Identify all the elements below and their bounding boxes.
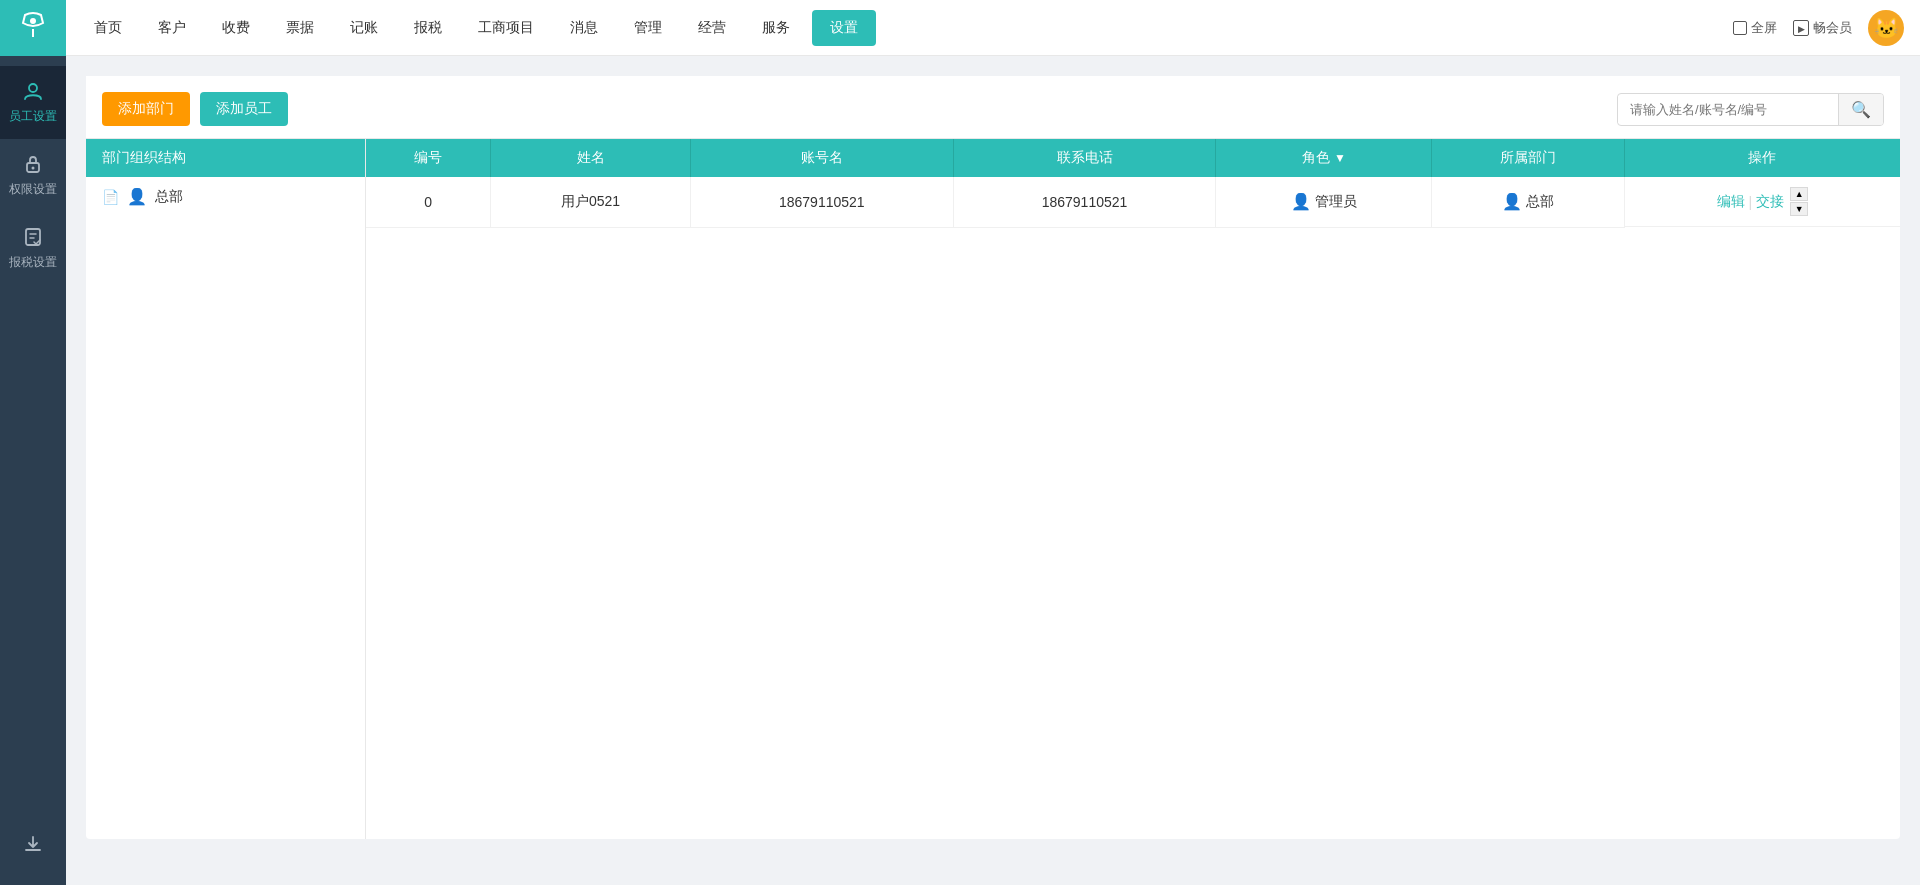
fullscreen-icon xyxy=(1733,21,1747,35)
download-icon xyxy=(22,833,44,855)
sidebar-item-download[interactable] xyxy=(0,819,66,869)
nav-item-tax[interactable]: 报税 xyxy=(396,0,460,55)
dept-item-label: 总部 xyxy=(155,188,183,206)
lock-icon xyxy=(22,153,44,175)
col-dept: 所属部门 xyxy=(1432,139,1624,177)
fullscreen-button[interactable]: 全屏 xyxy=(1733,19,1777,37)
sidebar-item-employee-settings[interactable]: 员工设置 xyxy=(0,66,66,139)
col-name: 姓名 xyxy=(491,139,691,177)
svg-point-1 xyxy=(29,84,37,92)
nav-right: 全屏 ▶ 畅会员 🐱 xyxy=(1733,10,1920,46)
toolbar: 添加部门 添加员工 🔍 xyxy=(86,76,1900,138)
search-button[interactable]: 🔍 xyxy=(1838,94,1883,125)
dept-tree-header: 部门组织结构 xyxy=(86,139,365,177)
edit-link[interactable]: 编辑 xyxy=(1717,193,1745,211)
avatar[interactable]: 🐱 xyxy=(1868,10,1904,46)
file-icon: 📄 xyxy=(102,189,119,205)
member-button[interactable]: ▶ 畅会员 xyxy=(1793,19,1852,37)
employee-table: 编号 姓名 账号名 联系电话 角色 ▼ 所属部门 操作 xyxy=(366,139,1900,228)
sidebar-item-label-permission: 权限设置 xyxy=(9,181,57,198)
sidebar-item-label-employee: 员工设置 xyxy=(9,108,57,125)
scroll-up-button[interactable]: ▲ xyxy=(1790,187,1808,201)
cell-phone: 18679110521 xyxy=(953,177,1216,227)
svg-point-3 xyxy=(32,167,35,170)
employee-icon xyxy=(22,80,44,102)
fullscreen-label: 全屏 xyxy=(1751,19,1777,37)
cell-dept: 👤 总部 xyxy=(1432,177,1624,227)
search-icon: 🔍 xyxy=(1851,101,1871,118)
dept-user-icon: 👤 xyxy=(127,187,147,206)
cell-action: 编辑 | 交接 ▲ ▼ xyxy=(1625,177,1900,227)
nav-items: 首页 客户 收费 票据 记账 报税 工商项目 消息 管理 经营 服务 设置 xyxy=(66,0,1733,55)
nav-item-operation[interactable]: 经营 xyxy=(680,0,744,55)
dept-user-icon-cell: 👤 xyxy=(1502,192,1522,211)
dept-tree-item[interactable]: 📄 👤 总部 xyxy=(86,177,365,216)
table-row: 0 用户0521 18679110521 18679110521 👤 管理员 xyxy=(366,177,1900,227)
member-icon: ▶ xyxy=(1793,20,1809,36)
nav-item-settings[interactable]: 设置 xyxy=(812,10,876,46)
search-input[interactable] xyxy=(1618,96,1838,123)
sidebar-bottom xyxy=(0,819,66,885)
col-action: 操作 xyxy=(1624,139,1900,177)
main-content: 添加部门 添加员工 🔍 部门组织结构 📄 👤 总部 xyxy=(66,56,1920,885)
transfer-link[interactable]: 交接 xyxy=(1756,193,1784,211)
add-emp-button[interactable]: 添加员工 xyxy=(200,92,288,126)
nav-item-business[interactable]: 工商项目 xyxy=(460,0,552,55)
nav-item-invoice[interactable]: 票据 xyxy=(268,0,332,55)
logo-area xyxy=(0,0,66,56)
dept-tree: 部门组织结构 📄 👤 总部 xyxy=(86,139,366,839)
col-account: 账号名 xyxy=(690,139,953,177)
tax-icon xyxy=(22,226,44,248)
content-card: 添加部门 添加员工 🔍 部门组织结构 📄 👤 总部 xyxy=(86,76,1900,839)
action-separator: | xyxy=(1749,194,1753,210)
scroll-down-button[interactable]: ▼ xyxy=(1790,202,1808,216)
filter-icon: ▼ xyxy=(1334,151,1346,165)
nav-item-service[interactable]: 服务 xyxy=(744,0,808,55)
cell-number: 0 xyxy=(366,177,491,227)
nav-item-management[interactable]: 管理 xyxy=(616,0,680,55)
employee-table-area: 编号 姓名 账号名 联系电话 角色 ▼ 所属部门 操作 xyxy=(366,139,1900,839)
top-navigation: 首页 客户 收费 票据 记账 报税 工商项目 消息 管理 经营 服务 设置 全屏… xyxy=(0,0,1920,56)
nav-item-customer[interactable]: 客户 xyxy=(140,0,204,55)
nav-item-billing[interactable]: 收费 xyxy=(204,0,268,55)
dept-label: 总部 xyxy=(1526,193,1554,211)
sidebar-item-label-tax: 报税设置 xyxy=(9,254,57,271)
cell-name: 用户0521 xyxy=(491,177,691,227)
avatar-icon: 🐱 xyxy=(1874,16,1899,40)
sidebar-item-permission-settings[interactable]: 权限设置 xyxy=(0,139,66,212)
sidebar-item-tax-settings[interactable]: 报税设置 xyxy=(0,212,66,285)
member-label: 畅会员 xyxy=(1813,19,1852,37)
logo-icon xyxy=(17,9,49,47)
split-layout: 部门组织结构 📄 👤 总部 编号 姓名 账号名 联系电话 xyxy=(86,138,1900,839)
sidebar: 员工设置 权限设置 报税设置 xyxy=(0,56,66,885)
col-role[interactable]: 角色 ▼ xyxy=(1216,139,1432,177)
role-label: 管理员 xyxy=(1315,193,1357,211)
role-user-icon: 👤 xyxy=(1291,192,1311,211)
col-number: 编号 xyxy=(366,139,491,177)
cell-account: 18679110521 xyxy=(690,177,953,227)
nav-item-accounting[interactable]: 记账 xyxy=(332,0,396,55)
col-role-label: 角色 xyxy=(1302,149,1330,167)
cell-role: 👤 管理员 xyxy=(1216,177,1432,227)
search-area: 🔍 xyxy=(1617,93,1884,126)
nav-item-message[interactable]: 消息 xyxy=(552,0,616,55)
svg-point-0 xyxy=(30,18,36,24)
add-dept-button[interactable]: 添加部门 xyxy=(102,92,190,126)
nav-item-home[interactable]: 首页 xyxy=(76,0,140,55)
col-phone: 联系电话 xyxy=(953,139,1216,177)
